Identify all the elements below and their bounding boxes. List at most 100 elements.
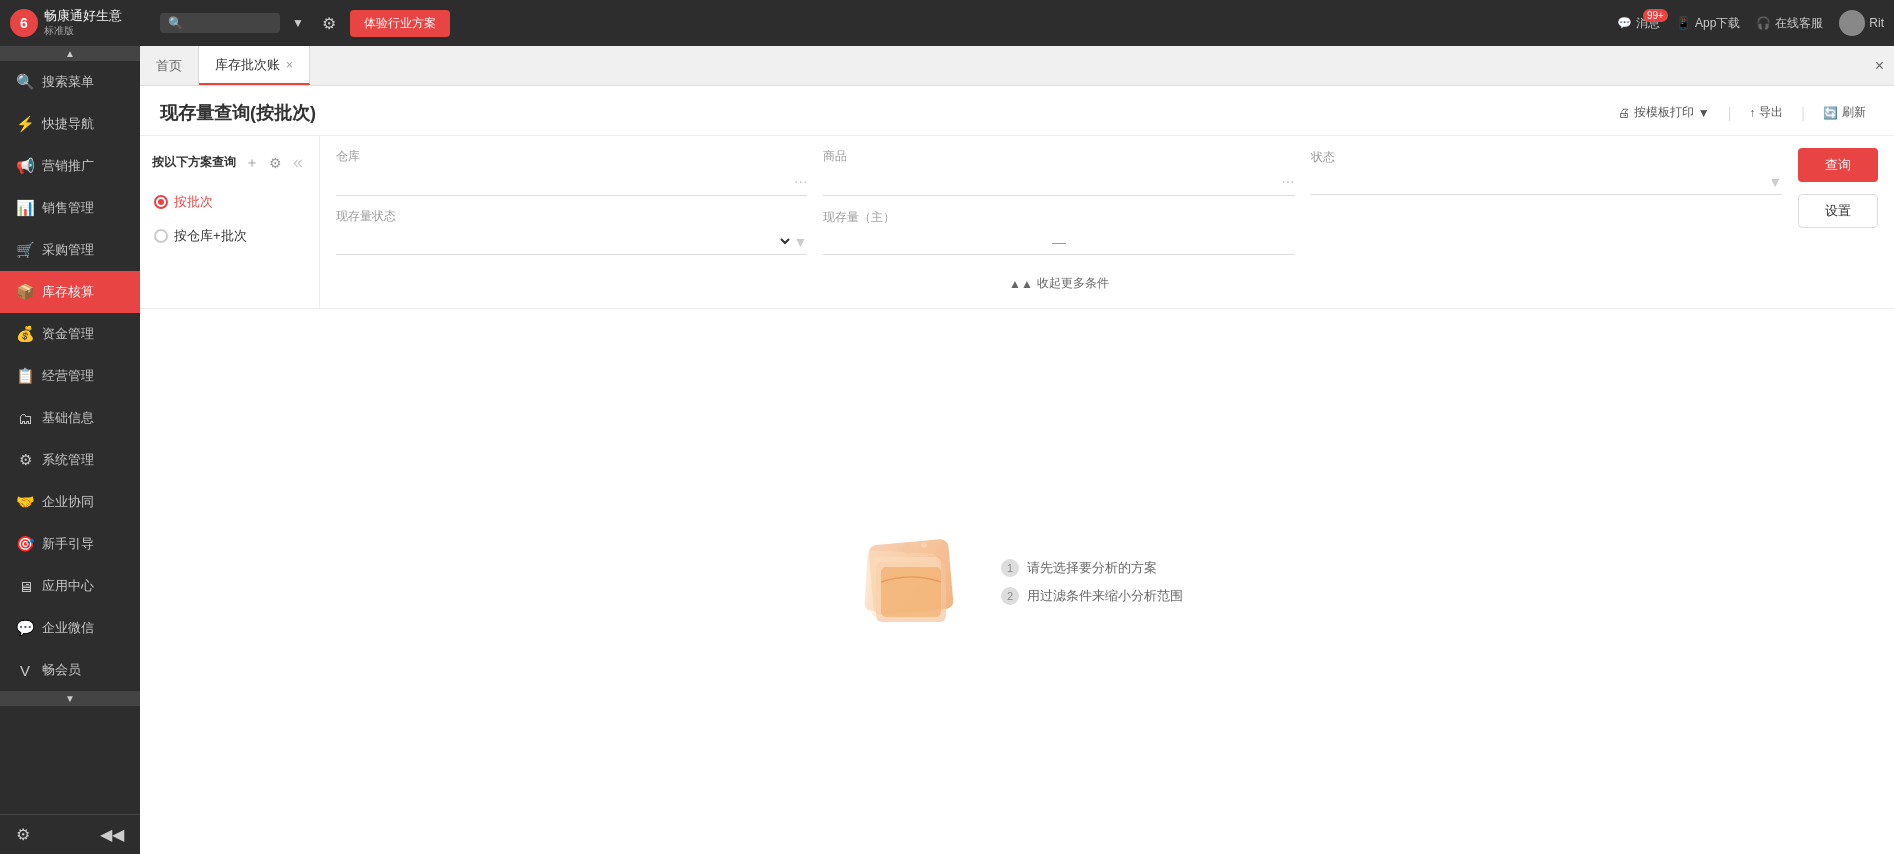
filter-add-button[interactable]: ＋ bbox=[242, 148, 262, 177]
filter-collapse-button[interactable]: « bbox=[289, 148, 307, 177]
sidebar-item-marketing[interactable]: 📢 营销推广 bbox=[0, 145, 140, 187]
header-right: 💬 消息 99+ 📱 App下载 🎧 在线客服 Rit bbox=[1617, 10, 1884, 36]
trial-button[interactable]: 体验行业方案 bbox=[350, 10, 450, 37]
filter-right: 仓库 ··· 商品 ··· bbox=[320, 136, 1798, 308]
filter-sidebar: 按以下方案查询 ＋ ⚙ « 按批次 bbox=[140, 136, 320, 308]
filter-row-1: 仓库 ··· 商品 ··· bbox=[336, 148, 1782, 196]
tab-home-label: 首页 bbox=[156, 57, 182, 75]
settings-button[interactable]: 设置 bbox=[1798, 194, 1878, 228]
empty-step-1-label: 请先选择要分析的方案 bbox=[1027, 559, 1157, 577]
svg-rect-2 bbox=[881, 567, 941, 617]
sidebar-item-system[interactable]: ⚙ 系统管理 bbox=[0, 439, 140, 481]
filter-row-2: 现存量状态 ▼ 现存量（主） bbox=[336, 208, 1782, 255]
empty-svg bbox=[851, 522, 971, 642]
query-button[interactable]: 查询 bbox=[1798, 148, 1878, 182]
print-template-button[interactable]: 🖨 按模板打印 ▼ bbox=[1610, 100, 1718, 125]
logo-icon: 6 bbox=[10, 9, 38, 37]
filter-plan-by-warehouse-batch[interactable]: 按仓库+批次 bbox=[140, 219, 319, 253]
collapse-more-button[interactable]: ▲▲ 收起更多条件 bbox=[336, 267, 1782, 296]
logo-area: 6 畅康通好生意 标准版 bbox=[10, 8, 150, 38]
system-icon: ⚙ bbox=[16, 451, 34, 469]
filter-field-status: 状态 ▼ bbox=[1311, 149, 1782, 195]
sidebar-item-member[interactable]: V 畅会员 bbox=[0, 649, 140, 691]
nav-dropdown-button[interactable]: ▼ bbox=[288, 14, 308, 32]
user-profile-button[interactable]: Rit bbox=[1839, 10, 1884, 36]
sidebar-item-label: 应用中心 bbox=[42, 577, 94, 595]
product-input-wrapper: ··· bbox=[823, 169, 1294, 196]
sidebar-bottom: ⚙ ◀◀ bbox=[0, 814, 140, 854]
inventory-status-select-wrapper: ▼ bbox=[336, 229, 807, 255]
inventory-qty-label: 现存量（主） bbox=[823, 209, 1294, 226]
filter-gear-button[interactable]: ⚙ bbox=[266, 148, 285, 177]
inventory-status-chevron: ▼ bbox=[793, 234, 807, 250]
headset-icon: 🎧 bbox=[1756, 16, 1771, 30]
inventory-status-select[interactable] bbox=[336, 233, 793, 250]
newbie-icon: 🎯 bbox=[16, 535, 34, 553]
sidebar-collapse-icon[interactable]: ◀◀ bbox=[100, 825, 124, 844]
page-actions: 🖨 按模板打印 ▼ | ↑ 导出 | 🔄 刷新 bbox=[1610, 100, 1874, 125]
btn-column: 查询 设置 bbox=[1798, 136, 1894, 308]
tab-close-icon[interactable]: × bbox=[286, 58, 293, 72]
purchase-icon: 🛒 bbox=[16, 241, 34, 259]
header-nav-area: 🔍 ▼ ⚙ 体验行业方案 bbox=[150, 10, 1617, 37]
status-chevron-icon[interactable]: ▼ bbox=[1768, 174, 1782, 190]
app-download-button[interactable]: 📱 App下载 bbox=[1676, 15, 1740, 32]
step-num-2: 2 bbox=[1001, 587, 1019, 605]
sidebar-item-enterprise[interactable]: 🤝 企业协同 bbox=[0, 481, 140, 523]
refresh-icon: 🔄 bbox=[1823, 106, 1838, 120]
sidebar-item-label: 畅会员 bbox=[42, 661, 81, 679]
sidebar-item-label: 营销推广 bbox=[42, 157, 94, 175]
status-input[interactable] bbox=[1311, 175, 1764, 190]
message-icon: 💬 bbox=[1617, 16, 1632, 30]
avatar bbox=[1839, 10, 1865, 36]
warehouse-more-icon[interactable]: ··· bbox=[794, 173, 807, 191]
sidebar-item-sales[interactable]: 📊 销售管理 bbox=[0, 187, 140, 229]
sidebar-item-wechat[interactable]: 💬 企业微信 bbox=[0, 607, 140, 649]
sidebar-scroll-up[interactable]: ▲ bbox=[0, 46, 140, 61]
plan-radio-empty bbox=[154, 229, 168, 243]
sidebar-scroll-down[interactable]: ▼ bbox=[0, 691, 140, 706]
tab-close-button[interactable]: × bbox=[1865, 57, 1894, 75]
sidebar-item-finance[interactable]: 💰 资金管理 bbox=[0, 313, 140, 355]
sidebar-item-operations[interactable]: 📋 经营管理 bbox=[0, 355, 140, 397]
sidebar-item-label: 经营管理 bbox=[42, 367, 94, 385]
app-download-label: App下载 bbox=[1695, 15, 1740, 32]
sidebar-item-inventory[interactable]: 📦 库存核算 bbox=[0, 271, 140, 313]
page-title: 现存量查询(按批次) bbox=[160, 101, 316, 125]
product-more-icon[interactable]: ··· bbox=[1281, 173, 1294, 191]
sidebar-item-app-center[interactable]: 🖥 应用中心 bbox=[0, 565, 140, 607]
app-download-icon: 📱 bbox=[1676, 16, 1691, 30]
sidebar-item-label: 资金管理 bbox=[42, 325, 94, 343]
sidebar-item-label: 企业协同 bbox=[42, 493, 94, 511]
enterprise-icon: 🤝 bbox=[16, 493, 34, 511]
empty-text: 1 请先选择要分析的方案 2 用过滤条件来缩小分析范围 bbox=[1001, 559, 1183, 605]
message-badge: 99+ bbox=[1643, 9, 1668, 22]
sidebar: ▲ 🔍 搜索菜单 ⚡ 快捷导航 📢 营销推广 📊 销售管理 🛒 采购管理 📦 库… bbox=[0, 46, 140, 854]
filter-plan-by-batch[interactable]: 按批次 bbox=[140, 185, 319, 219]
product-input[interactable] bbox=[823, 175, 1277, 190]
refresh-button[interactable]: 🔄 刷新 bbox=[1815, 100, 1874, 125]
export-button[interactable]: ↑ 导出 bbox=[1741, 100, 1791, 125]
online-service-button[interactable]: 🎧 在线客服 bbox=[1756, 15, 1823, 32]
logo-text-group: 畅康通好生意 标准版 bbox=[44, 8, 122, 38]
inventory-qty-from[interactable] bbox=[823, 234, 1048, 249]
sidebar-item-purchase[interactable]: 🛒 采购管理 bbox=[0, 229, 140, 271]
sidebar-item-quick-nav[interactable]: ⚡ 快捷导航 bbox=[0, 103, 140, 145]
message-button[interactable]: 💬 消息 99+ bbox=[1617, 15, 1660, 32]
sidebar-item-base-info[interactable]: 🗂 基础信息 bbox=[0, 397, 140, 439]
sidebar-settings-icon[interactable]: ⚙ bbox=[16, 825, 30, 844]
settings-icon-button[interactable]: ⚙ bbox=[316, 12, 342, 35]
plan-radio-inner bbox=[158, 199, 164, 205]
header-search-bar[interactable]: 🔍 bbox=[160, 13, 280, 33]
warehouse-label: 仓库 bbox=[336, 148, 807, 165]
filter-sidebar-header: 按以下方案查询 ＋ ⚙ « bbox=[140, 148, 319, 185]
tab-bar: 首页 库存批次账 × × bbox=[140, 46, 1894, 86]
inventory-qty-to[interactable] bbox=[1070, 234, 1295, 249]
sidebar-item-search[interactable]: 🔍 搜索菜单 bbox=[0, 61, 140, 103]
collapse-up-icon: ▲▲ bbox=[1009, 277, 1033, 291]
username-label: Rit bbox=[1869, 16, 1884, 30]
sidebar-item-newbie[interactable]: 🎯 新手引导 bbox=[0, 523, 140, 565]
warehouse-input[interactable] bbox=[336, 175, 790, 190]
tab-inventory-batch[interactable]: 库存批次账 × bbox=[199, 46, 310, 85]
tab-home[interactable]: 首页 bbox=[140, 46, 199, 85]
